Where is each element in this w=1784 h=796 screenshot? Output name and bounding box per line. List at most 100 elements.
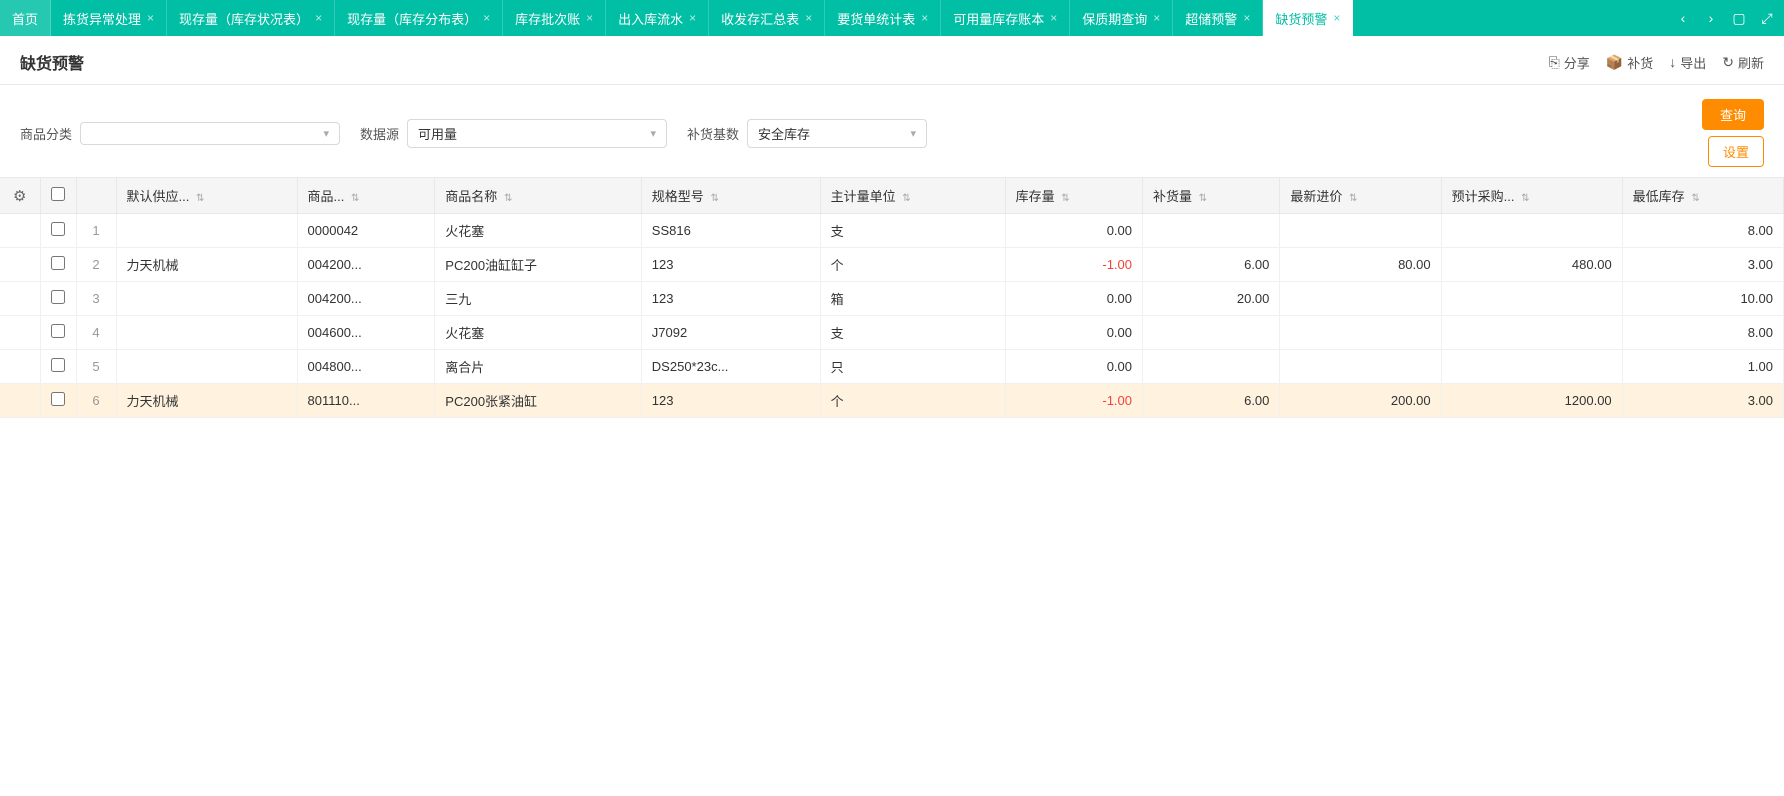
col-replenish-header[interactable]: 补货量 ⇅ xyxy=(1143,178,1280,214)
row-spec-4: DS250*23c... xyxy=(641,350,820,384)
col-supplier-header[interactable]: 默认供应... ⇅ xyxy=(116,178,297,214)
row-spec-0: SS816 xyxy=(641,214,820,248)
tab-item-4[interactable]: 库存批次账× xyxy=(503,0,606,36)
row-supplier-4 xyxy=(116,350,297,384)
tab-scroll-right[interactable]: › xyxy=(1698,5,1724,31)
row-checkbox-2[interactable] xyxy=(51,290,65,304)
col-index-header xyxy=(76,178,116,214)
col-price-header[interactable]: 最新进价 ⇅ xyxy=(1280,178,1441,214)
table-gear-icon[interactable]: ⚙ xyxy=(13,188,26,205)
row-min-stock-3: 8.00 xyxy=(1622,316,1783,350)
replenish-dropdown-icon: ▾ xyxy=(911,127,917,140)
category-label: 商品分类 xyxy=(20,124,72,143)
col-min-stock-header[interactable]: 最低库存 ⇅ xyxy=(1622,178,1783,214)
col-stock-header[interactable]: 库存量 ⇅ xyxy=(1005,178,1142,214)
tab-item-2[interactable]: 现存量（库存状况表）× xyxy=(167,0,335,36)
replenish-base-value: 安全库存 xyxy=(758,124,810,143)
tab-item-11[interactable]: 缺货预警× xyxy=(1263,0,1353,36)
col-unit-label: 主计量单位 xyxy=(831,189,896,204)
tab-close-11[interactable]: × xyxy=(1333,11,1340,25)
row-checkbox-1[interactable] xyxy=(51,256,65,270)
row-checkbox-3[interactable] xyxy=(51,324,65,338)
stock-sort-icon: ⇅ xyxy=(1061,193,1069,204)
tab-close-5[interactable]: × xyxy=(689,11,696,25)
share-icon: ⎘ xyxy=(1549,54,1560,71)
row-stock-0: 0.00 xyxy=(1005,214,1142,248)
row-code-0: 0000042 xyxy=(297,214,435,248)
page-title: 缺货预警 xyxy=(20,50,84,74)
table-row: 6力天机械801110...PC200张紧油缸123个-1.006.00200.… xyxy=(0,384,1784,418)
row-checkbox-4[interactable] xyxy=(51,358,65,372)
code-sort-icon: ⇅ xyxy=(351,193,359,204)
col-est-header[interactable]: 预计采购... ⇅ xyxy=(1441,178,1622,214)
tab-scroll-left[interactable]: ‹ xyxy=(1670,5,1696,31)
col-replenish-label: 补货量 xyxy=(1153,189,1192,204)
row-checkbox-cell-5 xyxy=(40,384,76,418)
settings-button[interactable]: 设置 xyxy=(1708,136,1764,167)
tab-item-9[interactable]: 保质期查询× xyxy=(1070,0,1173,36)
col-name-header[interactable]: 商品名称 ⇅ xyxy=(435,178,642,214)
tab-restore[interactable]: ▢ xyxy=(1726,5,1752,31)
col-stock-label: 库存量 xyxy=(1016,189,1055,204)
tab-item-3[interactable]: 现存量（库存分布表）× xyxy=(335,0,503,36)
tab-label-0: 首页 xyxy=(12,9,38,28)
tab-item-1[interactable]: 拣货异常处理× xyxy=(51,0,167,36)
tab-close-4[interactable]: × xyxy=(586,11,593,25)
row-min-stock-0: 8.00 xyxy=(1622,214,1783,248)
tab-label-7: 要货单统计表 xyxy=(837,9,915,28)
refresh-action[interactable]: ↻ 刷新 xyxy=(1722,53,1764,72)
tab-close-3[interactable]: × xyxy=(483,11,490,25)
col-unit-header[interactable]: 主计量单位 ⇅ xyxy=(820,178,1005,214)
row-replenish-4 xyxy=(1143,350,1280,384)
tab-item-0[interactable]: 首页 xyxy=(0,0,51,36)
tab-close-10[interactable]: × xyxy=(1243,11,1250,25)
row-checkbox-0[interactable] xyxy=(51,222,65,236)
query-button[interactable]: 查询 xyxy=(1702,99,1764,130)
tab-item-8[interactable]: 可用量库存账本× xyxy=(941,0,1070,36)
row-checkbox-5[interactable] xyxy=(51,392,65,406)
tab-close-6[interactable]: × xyxy=(805,11,812,25)
row-code-1: 004200... xyxy=(297,248,435,282)
tab-close-1[interactable]: × xyxy=(147,11,154,25)
select-all-checkbox[interactable] xyxy=(51,187,65,201)
tab-item-10[interactable]: 超储预警× xyxy=(1173,0,1263,36)
row-index-4: 5 xyxy=(76,350,116,384)
name-sort-icon: ⇅ xyxy=(504,193,512,204)
tab-close-7[interactable]: × xyxy=(921,11,928,25)
col-code-header[interactable]: 商品... ⇅ xyxy=(297,178,435,214)
share-action[interactable]: ⎘ 分享 xyxy=(1549,53,1590,72)
tab-close-2[interactable]: × xyxy=(315,11,322,25)
row-code-5: 801110... xyxy=(297,384,435,418)
main-content: 缺货预警 ⎘ 分享 📦 补货 ↓ 导出 ↻ 刷新 商品分类 xyxy=(0,36,1784,796)
replenish-base-select[interactable]: 安全库存 ▾ xyxy=(747,119,927,148)
tab-item-5[interactable]: 出入库流水 × xyxy=(606,0,709,36)
unit-sort-icon: ⇅ xyxy=(902,193,910,204)
row-min-stock-5: 3.00 xyxy=(1622,384,1783,418)
table-header-row: ⚙ 默认供应... ⇅ 商品... ⇅ 商品名称 xyxy=(0,178,1784,214)
table-row: 4004600...火花塞J7092支0.008.00 xyxy=(0,316,1784,350)
datasource-select[interactable]: 可用量 ▾ xyxy=(407,119,667,148)
tab-label-5: 出入库流水 xyxy=(618,9,683,28)
export-icon: ↓ xyxy=(1669,54,1676,70)
row-index-3: 4 xyxy=(76,316,116,350)
tab-item-7[interactable]: 要货单统计表 × xyxy=(825,0,941,36)
category-select[interactable]: ▾ xyxy=(80,122,340,145)
export-action[interactable]: ↓ 导出 xyxy=(1669,53,1706,72)
replenish-action[interactable]: 📦 补货 xyxy=(1606,53,1653,72)
row-name-0: 火花塞 xyxy=(435,214,642,248)
col-spec-header[interactable]: 规格型号 ⇅ xyxy=(641,178,820,214)
row-name-5: PC200张紧油缸 xyxy=(435,384,642,418)
row-min-stock-1: 3.00 xyxy=(1622,248,1783,282)
replenish-sort-icon: ⇅ xyxy=(1199,193,1207,204)
replenish-icon: 📦 xyxy=(1606,54,1623,71)
row-stock-4: 0.00 xyxy=(1005,350,1142,384)
tab-expand[interactable]: ⤢ xyxy=(1754,5,1780,31)
row-name-1: PC200油缸缸子 xyxy=(435,248,642,282)
tab-close-9[interactable]: × xyxy=(1153,11,1160,25)
share-label: 分享 xyxy=(1564,53,1590,72)
row-index-0: 1 xyxy=(76,214,116,248)
table-wrapper: ⚙ 默认供应... ⇅ 商品... ⇅ 商品名称 xyxy=(0,177,1784,418)
tab-close-8[interactable]: × xyxy=(1050,11,1057,25)
row-checkbox-cell-3 xyxy=(40,316,76,350)
tab-item-6[interactable]: 收发存汇总表× xyxy=(709,0,825,36)
